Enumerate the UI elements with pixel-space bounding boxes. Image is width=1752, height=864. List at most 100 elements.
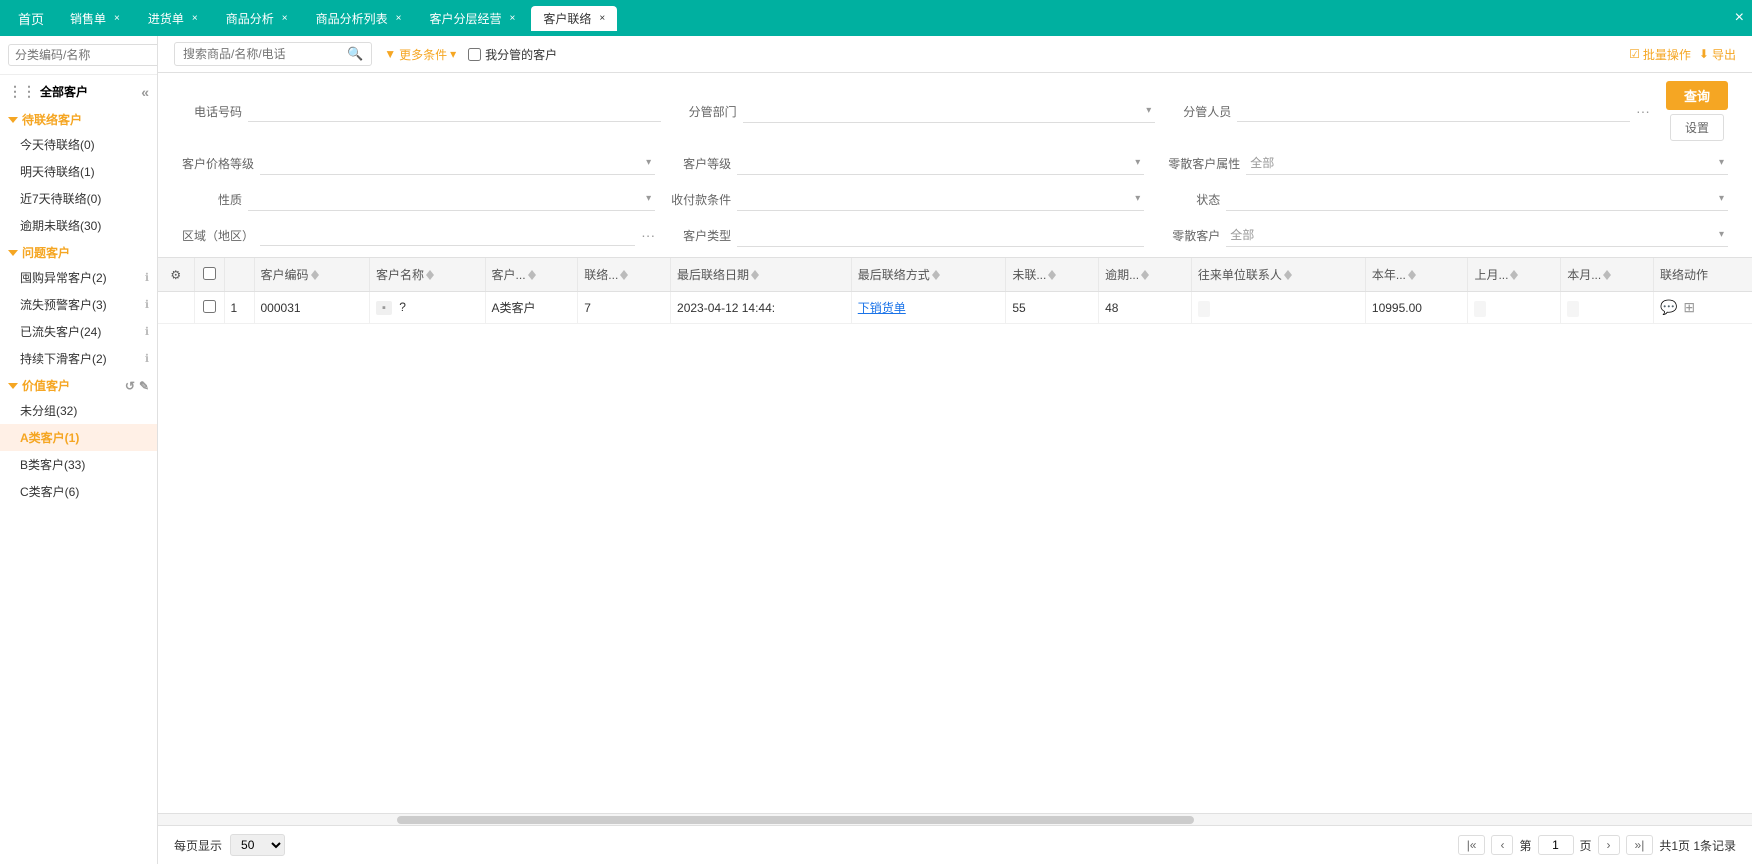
refresh-icon[interactable]: ↺ [125, 379, 135, 393]
sidebar-search-input[interactable] [8, 44, 158, 66]
sidebar-group-pending[interactable]: 待联络客户 [0, 106, 157, 131]
price-level-select[interactable]: ▾ [260, 151, 655, 175]
payment-select[interactable]: ▾ [737, 187, 1144, 211]
filter-bar-right: ☑ 批量操作 ⬇ 导出 [1629, 46, 1736, 63]
status-select[interactable]: ▾ [1226, 187, 1728, 211]
nav-tab-sales[interactable]: 销售单 × [58, 6, 132, 31]
more-filters-button[interactable]: ▼ 更多条件 ▾ [384, 46, 456, 63]
prev-page-button[interactable]: ‹ [1491, 835, 1513, 855]
col-name[interactable]: 客户名称 [370, 258, 486, 292]
sidebar-group-problem[interactable]: 问题客户 [0, 239, 157, 264]
col-unit-contact[interactable]: 往来单位联系人 [1191, 258, 1365, 292]
sidebar-item-tomorrow[interactable]: 明天待联络(1) [0, 158, 157, 185]
nav-tab-label: 商品分析列表 [316, 10, 388, 27]
search-icon[interactable]: 🔍 [347, 46, 363, 62]
sidebar-item-hoarding[interactable]: 囤购异常客户(2) ℹ [0, 264, 157, 291]
region-more-icon[interactable]: ··· [641, 227, 655, 243]
adv-row-2: 客户价格等级 ▾ 客户等级 ▾ 零散客户属性 全部 [174, 149, 1736, 177]
close-icon[interactable]: × [282, 13, 288, 24]
nature-select[interactable]: ▾ [248, 187, 655, 211]
nav-tab-purchase[interactable]: 进货单 × [136, 6, 210, 31]
sidebar-item-ungroup[interactable]: 未分组(32) [0, 397, 157, 424]
sidebar-all-customers[interactable]: ⋮⋮ 全部客户 [8, 83, 88, 100]
scrollbar-thumb[interactable] [397, 816, 1194, 824]
col-overdue[interactable]: 逾期... [1099, 258, 1192, 292]
pagination-controls: |« ‹ 第 页 › »| 共1页 1条记录 [1458, 835, 1736, 855]
sidebar-item-c-class[interactable]: C类客户(6) [0, 478, 157, 505]
select-all-checkbox[interactable] [203, 267, 216, 280]
row-code: 000031 [254, 292, 370, 324]
sidebar-item-b-class[interactable]: B类客户(33) [0, 451, 157, 478]
adv-cell-cust-type: 客户类型 [663, 221, 1152, 249]
settings-button[interactable]: 设置 [1670, 114, 1724, 141]
sidebar-group-value[interactable]: 价值客户 ↺ ✎ [0, 372, 157, 397]
col-last-month[interactable]: 上月... [1468, 258, 1561, 292]
dept-select[interactable]: ▾ [743, 99, 1156, 123]
sidebar-item-a-class[interactable]: A类客户(1) [0, 424, 157, 451]
nav-home[interactable]: 首页 [8, 5, 54, 32]
col-contact-count[interactable]: 联络... [578, 258, 671, 292]
page-size-select[interactable]: 50 100 200 [230, 834, 285, 856]
my-customers-filter[interactable]: 我分管的客户 [468, 46, 557, 63]
chat-icon[interactable]: 💬 [1660, 299, 1677, 316]
phone-input[interactable] [248, 101, 661, 122]
group-expand-icon [8, 117, 18, 123]
sort-icon [1603, 270, 1611, 280]
nav-tab-segmentation[interactable]: 客户分层经营 × [417, 6, 527, 31]
sidebar-item-churn-warning[interactable]: 流失预警客户(3) ℹ [0, 291, 157, 318]
my-customers-checkbox[interactable] [468, 48, 481, 61]
batch-op-button[interactable]: ☑ 批量操作 [1629, 46, 1691, 63]
col-this-year[interactable]: 本年... [1365, 258, 1468, 292]
region-input[interactable] [260, 225, 635, 246]
retail-select[interactable]: 全部 ▾ [1226, 223, 1728, 247]
person-input[interactable] [1237, 101, 1630, 122]
sidebar: 🔍 ⋮⋮ 全部客户 « 待联络客户 今天待联络(0) 明天待联络(1) 近7天待… [0, 36, 158, 864]
sidebar-item-churned[interactable]: 已流失客户(24) ℹ [0, 318, 157, 345]
nav-tab-analysis-list[interactable]: 商品分析列表 × [304, 6, 414, 31]
col-last-date[interactable]: 最后联络日期 [671, 258, 852, 292]
close-icon[interactable]: × [509, 13, 515, 24]
query-button[interactable]: 查询 [1666, 81, 1728, 110]
table-header-row: ⚙ 客户编码 [158, 258, 1752, 292]
export-button[interactable]: ⬇ 导出 [1699, 46, 1736, 63]
col-this-month[interactable]: 本月... [1561, 258, 1654, 292]
col-last-method[interactable]: 最后联络方式 [851, 258, 1006, 292]
next-page-button[interactable]: › [1598, 835, 1620, 855]
close-all-button[interactable]: × [1735, 9, 1744, 27]
grid-action-icon[interactable]: ⊞ [1683, 299, 1695, 316]
horizontal-scrollbar[interactable] [158, 813, 1752, 825]
close-icon[interactable]: × [192, 13, 198, 24]
edit-icon[interactable]: ✎ [139, 379, 149, 393]
row-checkbox[interactable] [203, 300, 216, 313]
sidebar-item-overdue[interactable]: 逾期未联络(30) [0, 212, 157, 239]
sidebar-item-declining[interactable]: 持续下滑客户(2) ℹ [0, 345, 157, 372]
name-text: ? [399, 300, 406, 314]
first-page-button[interactable]: |« [1458, 835, 1486, 855]
nav-tab-contact[interactable]: 客户联络 × [531, 6, 617, 31]
close-icon[interactable]: × [114, 13, 120, 24]
page-number-input[interactable] [1538, 835, 1574, 855]
close-icon[interactable]: × [396, 13, 402, 24]
sort-icon [1408, 270, 1416, 280]
sidebar-item-today[interactable]: 今天待联络(0) [0, 131, 157, 158]
row-last-method[interactable]: 下销货单 [851, 292, 1006, 324]
retail-attr-select[interactable]: 全部 ▾ [1246, 151, 1728, 175]
sidebar-item-7days[interactable]: 近7天待联络(0) [0, 185, 157, 212]
col-index [224, 258, 254, 292]
col-level[interactable]: 客户... [485, 258, 578, 292]
col-code[interactable]: 客户编码 [254, 258, 370, 292]
person-label: 分管人员 [1171, 103, 1231, 120]
adv-row-1: 电话号码 分管部门 ▾ 分管人员 ··· 查询 设置 [174, 81, 1736, 141]
person-more-icon[interactable]: ··· [1636, 103, 1650, 119]
last-method-link[interactable]: 下销货单 [858, 301, 906, 315]
col-settings[interactable]: ⚙ [158, 258, 194, 292]
close-icon[interactable]: × [599, 13, 605, 24]
sidebar-collapse-button[interactable]: « [141, 84, 149, 100]
last-page-button[interactable]: »| [1626, 835, 1654, 855]
search-input[interactable] [183, 47, 343, 61]
col-not-contact[interactable]: 未联... [1006, 258, 1099, 292]
cust-level-select[interactable]: ▾ [737, 151, 1144, 175]
row-name[interactable]: ▪ ? [370, 292, 486, 324]
nav-tab-analysis[interactable]: 商品分析 × [214, 6, 300, 31]
cust-type-select[interactable] [737, 223, 1144, 247]
